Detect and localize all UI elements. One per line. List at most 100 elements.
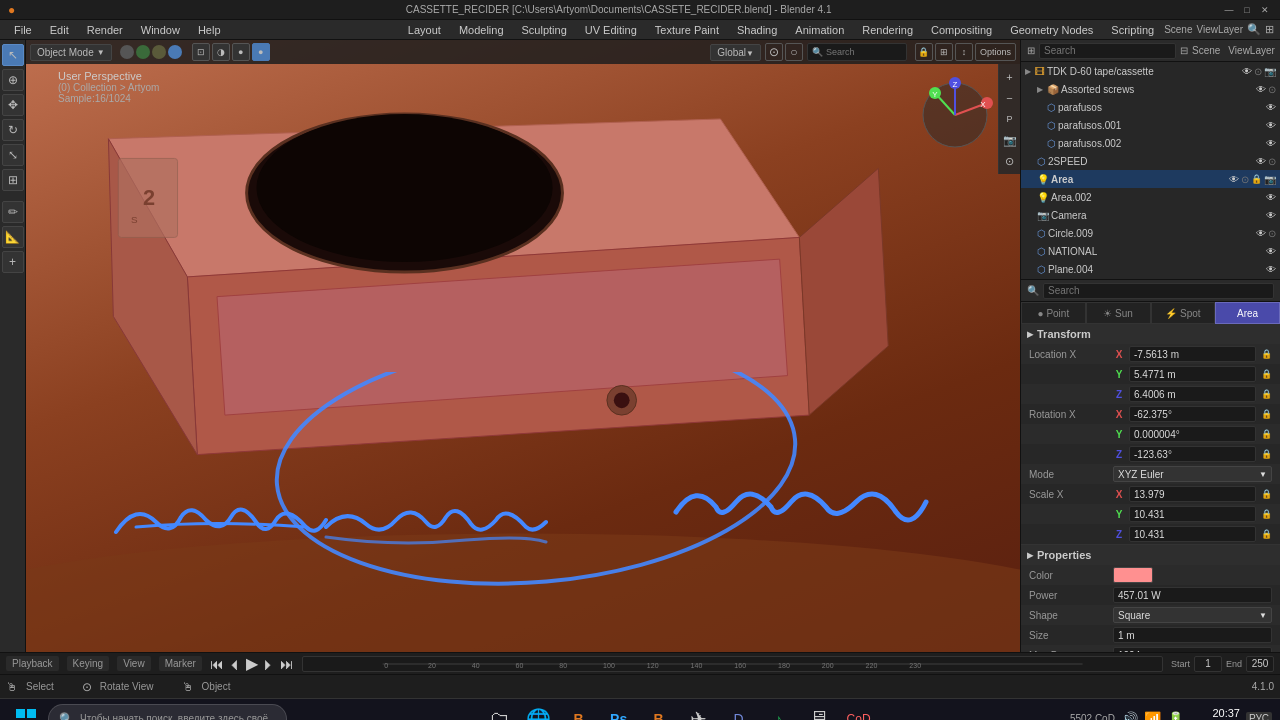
props-search-input[interactable] <box>1043 283 1274 299</box>
taskbar-discord[interactable]: D <box>721 701 757 721</box>
rotation-z-value[interactable]: -123.63° <box>1129 446 1256 462</box>
maximize-button[interactable]: □ <box>1240 3 1254 17</box>
add-tool[interactable]: + <box>2 251 24 273</box>
shape-dropdown[interactable]: Square ▼ <box>1113 607 1272 623</box>
volume-icon[interactable]: 🔊 <box>1121 711 1138 721</box>
solid-shading-btn[interactable]: ◑ <box>212 43 230 61</box>
prev-frame-btn[interactable]: ⏴ <box>228 656 242 672</box>
transform-tool[interactable]: ⊞ <box>2 169 24 191</box>
ol-item-parafusos001[interactable]: ⬡ parafusos.001 👁 <box>1021 116 1280 134</box>
taskbar-photoshop[interactable]: Ps <box>601 701 637 721</box>
filter-icon[interactable]: ⊞ <box>1265 23 1274 36</box>
start-frame[interactable]: 1 <box>1194 656 1222 672</box>
overlay-btn[interactable]: ⊞ <box>935 43 953 61</box>
search-icon[interactable]: 🔍 <box>1247 23 1261 36</box>
ol-item-parafusos[interactable]: ⬡ parafusos 👁 <box>1021 98 1280 116</box>
viewport-dot-4[interactable] <box>168 45 182 59</box>
scale-tool[interactable]: ⤡ <box>2 144 24 166</box>
lock-x[interactable]: 🔒 <box>1260 349 1272 359</box>
menu-texturepaint[interactable]: Texture Paint <box>647 22 727 38</box>
minimize-button[interactable]: — <box>1222 3 1236 17</box>
next-frame-btn[interactable]: ⏵ <box>262 656 276 672</box>
lock-rx[interactable]: 🔒 <box>1260 409 1272 419</box>
viewport-dot-2[interactable] <box>136 45 150 59</box>
view-btn[interactable]: View <box>117 656 151 671</box>
taskbar-telegram[interactable]: ✈ <box>681 701 717 721</box>
ol-item-area[interactable]: 💡 Area 👁 ⊙ 🔒 📷 <box>1021 170 1280 188</box>
play-btn[interactable]: ▶ <box>246 654 258 673</box>
select-tool[interactable]: ↖ <box>2 44 24 66</box>
menu-file[interactable]: File <box>6 22 40 38</box>
vp-perspective[interactable]: P <box>1001 110 1019 128</box>
ol-item-circle009[interactable]: ⬡ Circle.009 👁 ⊙ <box>1021 224 1280 242</box>
ol-item-tdk[interactable]: ▶ 🎞 TDK D-60 tape/cassette 👁 ⊙ 📷 <box>1021 62 1280 80</box>
menu-animation[interactable]: Animation <box>787 22 852 38</box>
taskbar-explorer[interactable]: 🗂 <box>481 701 517 721</box>
vp-camera[interactable]: 📷 <box>1001 131 1019 149</box>
lock-rz[interactable]: 🔒 <box>1260 449 1272 459</box>
rotation-x-value[interactable]: -62.375° <box>1129 406 1256 422</box>
menu-modeling[interactable]: Modeling <box>451 22 512 38</box>
move-tool[interactable]: ✥ <box>2 94 24 116</box>
lock-camera-btn[interactable]: 🔒 <box>915 43 933 61</box>
taskbar-blender[interactable]: B <box>561 701 597 721</box>
menu-render[interactable]: Render <box>79 22 131 38</box>
menu-edit[interactable]: Edit <box>42 22 77 38</box>
spot-light-tab[interactable]: ⚡ Spot <box>1151 302 1216 324</box>
properties-sub-header[interactable]: ▶ Properties <box>1021 545 1280 565</box>
menu-compositing[interactable]: Compositing <box>923 22 1000 38</box>
ol-item-national[interactable]: ⬡ NATIONAL 👁 <box>1021 242 1280 260</box>
end-frame[interactable]: 250 <box>1246 656 1274 672</box>
taskbar-chrome[interactable]: 🌐 <box>521 701 557 721</box>
menu-help[interactable]: Help <box>190 22 229 38</box>
maxbounces-value[interactable]: 1024 <box>1113 647 1272 652</box>
lock-sz[interactable]: 🔒 <box>1260 529 1272 539</box>
viewport-dot-3[interactable] <box>152 45 166 59</box>
vp-zoom-out[interactable]: − <box>1001 89 1019 107</box>
menu-shading[interactable]: Shading <box>729 22 785 38</box>
viewport-3d[interactable]: 2 S Object Mode ▼ ⊡ ◑ ● ● Glob <box>26 40 1020 652</box>
lock-z[interactable]: 🔒 <box>1260 389 1272 399</box>
options-btn[interactable]: Options <box>975 43 1016 61</box>
lock-sx[interactable]: 🔒 <box>1260 489 1272 499</box>
viewport-gizmo[interactable]: X Y Z <box>915 75 995 155</box>
keying-btn[interactable]: Keying <box>67 656 110 671</box>
location-x-value[interactable]: -7.5613 m <box>1129 346 1256 362</box>
taskbar-spotify[interactable]: ♪ <box>761 701 797 721</box>
scale-x-value[interactable]: 13.979 <box>1129 486 1256 502</box>
outliner-search-input[interactable] <box>1039 43 1176 59</box>
taskbar-monitor[interactable]: 🖥 <box>801 701 837 721</box>
size-value[interactable]: 1 m <box>1113 627 1272 643</box>
menu-sculpting[interactable]: Sculpting <box>514 22 575 38</box>
skip-end-btn[interactable]: ⏭ <box>280 656 294 672</box>
gizmo-btn[interactable]: ↕ <box>955 43 973 61</box>
ol-item-parafusos002[interactable]: ⬡ parafusos.002 👁 <box>1021 134 1280 152</box>
rotate-tool[interactable]: ↻ <box>2 119 24 141</box>
scale-y-value[interactable]: 10.431 <box>1129 506 1256 522</box>
network-icon[interactable]: 📶 <box>1144 711 1161 721</box>
ol-item-plane004[interactable]: ⬡ Plane.004 👁 <box>1021 260 1280 278</box>
rotation-mode-dropdown[interactable]: XYZ Euler ▼ <box>1113 466 1272 482</box>
vp-zoom-in[interactable]: + <box>1001 68 1019 86</box>
mode-selector[interactable]: Object Mode ▼ <box>30 44 112 61</box>
color-picker[interactable] <box>1113 567 1153 583</box>
start-button[interactable] <box>8 701 44 721</box>
material-shading-btn[interactable]: ● <box>232 43 250 61</box>
close-button[interactable]: ✕ <box>1258 3 1272 17</box>
menu-uvediting[interactable]: UV Editing <box>577 22 645 38</box>
timeline-ruler[interactable]: 0 20 40 60 80 100 120 140 160 180 200 22… <box>302 656 1163 672</box>
battery-icon[interactable]: 🔋 <box>1167 711 1184 721</box>
windows-search[interactable]: 🔍 Чтобы начать поиск, введите здесь своё… <box>48 704 287 721</box>
taskbar-game[interactable]: CoD <box>841 701 877 721</box>
point-light-tab[interactable]: ● Point <box>1021 302 1086 324</box>
scale-z-value[interactable]: 10.431 <box>1129 526 1256 542</box>
power-value[interactable]: 457.01 W <box>1113 587 1272 603</box>
ol-item-area002[interactable]: 💡 Area.002 👁 <box>1021 188 1280 206</box>
marker-btn[interactable]: Marker <box>159 656 202 671</box>
playback-btn[interactable]: Playback <box>6 656 59 671</box>
menu-layout[interactable]: Layout <box>400 22 449 38</box>
viewport-search[interactable]: 🔍 Search <box>807 43 907 61</box>
cursor-tool[interactable]: ⊕ <box>2 69 24 91</box>
transform-header[interactable]: ▶ Transform <box>1021 324 1280 344</box>
clock[interactable]: 20:37 15.08.2024 <box>1190 707 1240 720</box>
